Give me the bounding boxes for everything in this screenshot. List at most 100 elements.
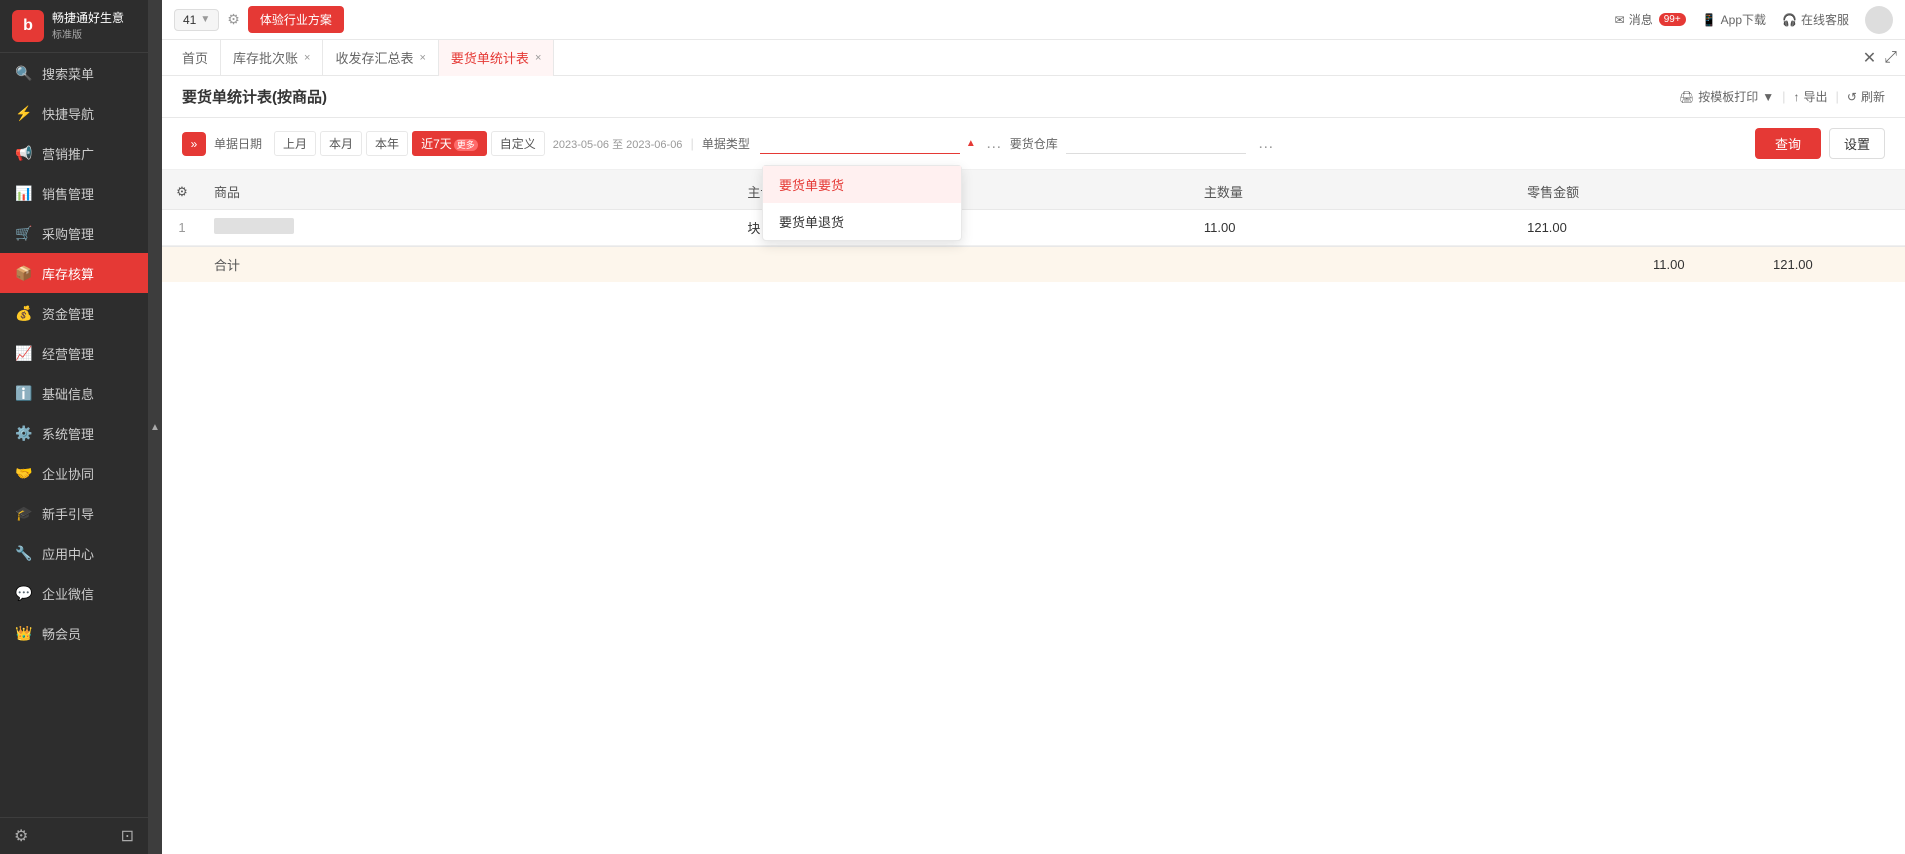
refresh-button[interactable]: ↺ 刷新 <box>1847 88 1885 105</box>
sidebar-item-新手引导[interactable]: 🎓新手引导 <box>0 493 148 533</box>
tab-close-icon[interactable]: × <box>419 52 425 64</box>
sidebar-item-畅会员[interactable]: 👑畅会员 <box>0 613 148 653</box>
sidebar-item-企业协同[interactable]: 🤝企业协同 <box>0 453 148 493</box>
footer-quantity: 11.00 <box>1653 257 1773 272</box>
table-row: 1 块 11.00 121.00 <box>162 210 1905 246</box>
warehouse-filter-more-icon[interactable]: … <box>1258 135 1274 153</box>
sidebar-scroll[interactable]: ▲ <box>148 0 162 854</box>
sidebar-item-搜索菜单[interactable]: 🔍搜索菜单 <box>0 53 148 93</box>
type-filter-more-icon[interactable]: … <box>986 135 1002 153</box>
nav-label: 销售管理 <box>42 184 94 203</box>
nav-icon: 🛒 <box>14 223 34 243</box>
export-button[interactable]: ↑ 导出 <box>1794 88 1828 105</box>
warehouse-filter-input[interactable] <box>1066 133 1246 154</box>
filter-expand-button[interactable]: » <box>182 132 206 156</box>
sidebar: b 畅捷通好生意 标准版 🔍搜索菜单⚡快捷导航 📢 营销推广 📊 销售管理 🛒 采购管理 📦库… <box>0 0 148 854</box>
filter-bar: » 单据日期 上月 本月 本年 近7天更多 自定义 2023-05-06 至 2… <box>162 118 1905 170</box>
sidebar-item-企业微信[interactable]: 💬企业微信 <box>0 573 148 613</box>
cell-amount: 121.00 <box>1515 210 1905 246</box>
type-filter-arrow-icon[interactable]: ▲ <box>966 138 976 149</box>
sidebar-item-经营管理[interactable]: 📈经营管理 <box>0 333 148 373</box>
type-filter-input[interactable] <box>760 133 960 154</box>
topbar-right: ✉ 消息 99+ 📱 App下载 🎧 在线客服 <box>1615 6 1893 34</box>
tab-库存批次账[interactable]: 库存批次账 × <box>221 40 323 76</box>
query-button[interactable]: 查询 <box>1755 128 1821 159</box>
nav-icon: 💰 <box>14 303 34 323</box>
col-amount: 零售金额 <box>1515 174 1905 210</box>
date-prev-month-button[interactable]: 上月 <box>274 131 316 156</box>
nav-icon: 📊 <box>14 183 34 203</box>
sidebar-item-基础信息[interactable]: ℹ️基础信息 <box>0 373 148 413</box>
topbar-gear-icon[interactable]: ⚙ <box>227 11 240 28</box>
footer-amount: 121.00 <box>1773 257 1893 272</box>
sidebar-item-资金管理[interactable]: 💰 资金管理 <box>0 293 148 333</box>
topbar-messages[interactable]: ✉ 消息 99+ <box>1615 11 1686 28</box>
print-icon: 🖨 <box>1679 90 1694 104</box>
print-chevron-icon: ▼ <box>1762 90 1774 104</box>
expand-tabs-button[interactable]: ⤢ <box>1884 49 1897 67</box>
data-table: ⚙ 商品 主计量单位 主数量 零售金额 1 块 11.00 121.00 <box>162 174 1905 246</box>
date-this-year-button[interactable]: 本年 <box>366 131 408 156</box>
message-icon: ✉ <box>1615 13 1625 27</box>
col-settings[interactable]: ⚙ <box>162 174 202 210</box>
nav-label: 搜索菜单 <box>42 64 94 83</box>
sidebar-item-营销推广[interactable]: 📢 营销推广 <box>0 133 148 173</box>
print-button[interactable]: 🖨 按模板打印 ▼ <box>1679 88 1774 105</box>
nav-icon: 📢 <box>14 143 34 163</box>
nav-label: 库存核算 <box>42 264 94 283</box>
nav-icon: 🎓 <box>14 503 34 523</box>
cell-product <box>202 210 735 246</box>
topbar-app-download[interactable]: 📱 App下载 <box>1702 11 1766 28</box>
cell-num: 1 <box>162 210 202 246</box>
sidebar-item-库存核算[interactable]: 📦库存核算 <box>0 253 148 293</box>
app-logo-text: 畅捷通好生意 标准版 <box>52 11 124 42</box>
sidebar-item-应用中心[interactable]: 🔧应用中心 <box>0 533 148 573</box>
tab-label: 收发存汇总表 <box>335 48 413 67</box>
main-content: 要货单统计表(按商品) 🖨 按模板打印 ▼ | ↑ 导出 | ↺ 刷新 <box>162 76 1905 854</box>
store-selector[interactable]: 41 ▼ <box>174 9 219 31</box>
tab-close-icon[interactable]: × <box>304 52 310 64</box>
nav-icon: ⚙️ <box>14 423 34 443</box>
date-custom-button[interactable]: 自定义 <box>491 131 545 156</box>
settings-icon[interactable]: ⚙ <box>14 826 28 846</box>
dropdown-item-要货单退货[interactable]: 要货单退货 <box>763 203 961 240</box>
settings-button[interactable]: 设置 <box>1829 128 1885 159</box>
table-header-row: ⚙ 商品 主计量单位 主数量 零售金额 <box>162 174 1905 210</box>
nav-label: 营销推广 <box>42 144 94 163</box>
tab-收发存汇总表[interactable]: 收发存汇总表 × <box>323 40 438 76</box>
nav-label: 采购管理 <box>42 224 94 243</box>
sidebar-item-采购管理[interactable]: 🛒 采购管理 <box>0 213 148 253</box>
tab-label: 库存批次账 <box>233 48 298 67</box>
date-7days-button[interactable]: 近7天更多 <box>412 131 487 156</box>
store-name: 41 <box>183 13 196 27</box>
tab-close-icon[interactable]: × <box>535 52 541 64</box>
tab-label: 要货单统计表 <box>451 48 529 67</box>
page-title: 要货单统计表(按商品) <box>182 86 327 107</box>
filter-actions: 查询 设置 <box>1755 128 1885 159</box>
footer-total-label: 合计 <box>214 255 314 274</box>
tab-label: 首页 <box>182 48 208 67</box>
type-filter-wrapper: 单据类型 ▲ … <box>702 133 1002 154</box>
trial-button[interactable]: 体验行业方案 <box>248 6 344 33</box>
tab-首页[interactable]: 首页 <box>170 40 221 76</box>
type-filter-label: 单据类型 <box>702 135 750 152</box>
nav-label: 资金管理 <box>42 304 94 323</box>
export-icon: ↑ <box>1794 90 1800 104</box>
topbar-customer-service[interactable]: 🎧 在线客服 <box>1782 11 1849 28</box>
sidebar-item-销售管理[interactable]: 📊 销售管理 <box>0 173 148 213</box>
app-logo-icon: b <box>12 10 44 42</box>
collapse-icon[interactable]: ⊡ <box>121 826 134 846</box>
date-this-month-button[interactable]: 本月 <box>320 131 362 156</box>
page-actions: 🖨 按模板打印 ▼ | ↑ 导出 | ↺ 刷新 <box>1679 88 1885 105</box>
user-avatar[interactable] <box>1865 6 1893 34</box>
data-table-container: ⚙ 商品 主计量单位 主数量 零售金额 1 块 11.00 121.00 合计 … <box>162 174 1905 854</box>
sidebar-item-系统管理[interactable]: ⚙️系统管理 <box>0 413 148 453</box>
dropdown-item-要货单要货[interactable]: 要货单要货 <box>763 166 961 203</box>
close-tab-button[interactable]: ✕ <box>1863 48 1876 68</box>
main-area: 41 ▼ ⚙ 体验行业方案 ✉ 消息 99+ 📱 App下载 🎧 在线客服 首页… <box>162 0 1905 854</box>
tab-要货单统计表[interactable]: 要货单统计表 × <box>439 40 554 76</box>
sidebar-nav: 🔍搜索菜单⚡快捷导航 📢 营销推广 📊 销售管理 🛒 采购管理 📦库存核算 💰 资金管理 📈经营管理… <box>0 53 148 817</box>
col-product: 商品 <box>202 174 735 210</box>
sidebar-item-快捷导航[interactable]: ⚡快捷导航 <box>0 93 148 133</box>
nav-icon: ⚡ <box>14 103 34 123</box>
